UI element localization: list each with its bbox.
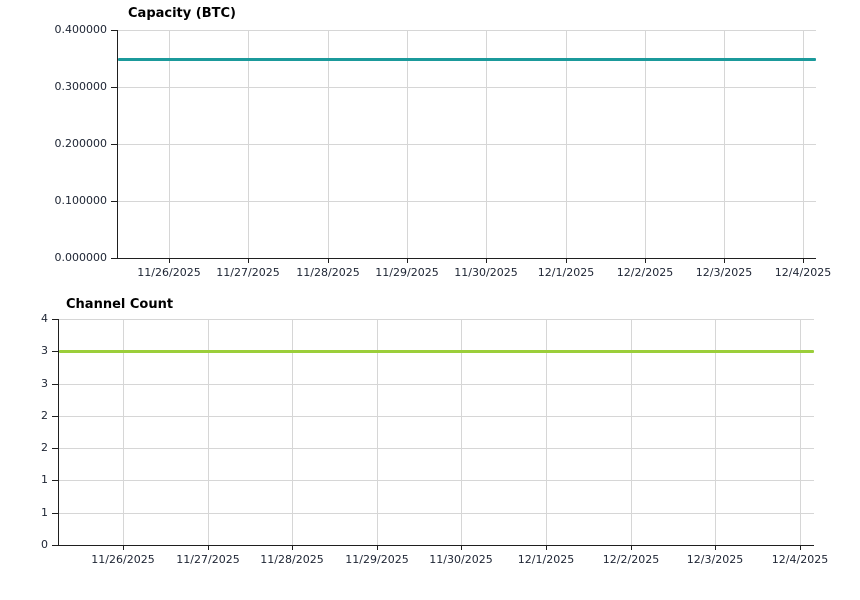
x-tick-label: 11/26/2025 xyxy=(91,553,155,566)
x-tick-label: 11/29/2025 xyxy=(375,266,439,279)
x-tick-label: 12/2/2025 xyxy=(616,266,674,279)
channel-count-plot-area: 4 3 3 2 2 1 1 0 11/26/2025 11/27/2025 11/28/2025 11… xyxy=(41,312,828,566)
x-tick-label: 11/28/2025 xyxy=(296,266,360,279)
y-axis-tick-mark xyxy=(111,144,117,145)
x-axis-tick-mark xyxy=(248,259,249,263)
horizontal-gridline xyxy=(59,513,814,514)
vertical-gridline xyxy=(566,30,567,258)
horizontal-gridline xyxy=(59,480,814,481)
x-axis-tick-mark xyxy=(800,546,801,550)
x-axis-tick-mark xyxy=(724,259,725,263)
charts-panel: Capacity (BTC) 0.400000 0.300000 0.200000 0… xyxy=(0,0,860,600)
y-axis-tick-mark xyxy=(52,319,58,320)
y-tick-label: 0 xyxy=(41,538,48,551)
y-axis-tick-mark xyxy=(111,30,117,31)
y-axis-tick-mark xyxy=(52,545,58,546)
y-axis-tick-mark xyxy=(52,480,58,481)
capacity-plot-area: 0.400000 0.300000 0.200000 0.100000 0.000000… xyxy=(55,23,832,279)
y-tick-label: 1 xyxy=(41,473,48,486)
horizontal-gridline xyxy=(59,416,814,417)
horizontal-gridline xyxy=(59,448,814,449)
vertical-gridline xyxy=(724,30,725,258)
x-tick-label: 12/1/2025 xyxy=(537,266,595,279)
x-tick-label: 11/30/2025 xyxy=(429,553,493,566)
horizontal-gridline xyxy=(118,87,816,88)
y-tick-label: 2 xyxy=(41,409,48,422)
x-axis-tick-mark xyxy=(486,259,487,263)
x-tick-label: 11/30/2025 xyxy=(454,266,518,279)
x-tick-label: 12/1/2025 xyxy=(517,553,575,566)
y-axis-tick-mark xyxy=(52,416,58,417)
capacity-chart-title: Capacity (BTC) xyxy=(128,6,236,21)
y-axis-tick-mark xyxy=(111,201,117,202)
x-axis-tick-mark xyxy=(715,546,716,550)
y-axis-tick-mark xyxy=(52,384,58,385)
horizontal-gridline xyxy=(59,319,814,320)
vertical-gridline xyxy=(407,30,408,258)
x-tick-label: 12/4/2025 xyxy=(771,553,829,566)
horizontal-gridline xyxy=(59,384,814,385)
x-axis-tick-mark xyxy=(123,546,124,550)
capacity-line xyxy=(118,58,816,61)
vertical-gridline xyxy=(169,30,170,258)
vertical-gridline xyxy=(486,30,487,258)
x-tick-label: 11/26/2025 xyxy=(137,266,201,279)
x-axis-tick-mark xyxy=(566,259,567,263)
x-tick-label: 12/4/2025 xyxy=(774,266,832,279)
x-axis-tick-mark xyxy=(292,546,293,550)
vertical-gridline xyxy=(803,30,804,258)
y-tick-label: 4 xyxy=(41,312,48,325)
horizontal-gridline xyxy=(118,144,816,145)
y-tick-label: 0.100000 xyxy=(54,194,108,207)
x-tick-label: 12/3/2025 xyxy=(695,266,753,279)
vertical-gridline xyxy=(645,30,646,258)
x-tick-label: 11/27/2025 xyxy=(176,553,240,566)
y-tick-label: 0.000000 xyxy=(54,251,108,264)
horizontal-gridline xyxy=(118,201,816,202)
y-axis-tick-mark xyxy=(111,258,117,259)
y-tick-label: 2 xyxy=(41,441,48,454)
y-axis-tick-mark xyxy=(52,351,58,352)
x-tick-label: 11/29/2025 xyxy=(345,553,409,566)
y-axis-tick-mark xyxy=(52,448,58,449)
x-axis-tick-mark xyxy=(645,259,646,263)
x-axis-tick-mark xyxy=(546,546,547,550)
vertical-gridline xyxy=(328,30,329,258)
x-tick-label: 11/28/2025 xyxy=(260,553,324,566)
y-axis-tick-mark xyxy=(111,87,117,88)
horizontal-gridline xyxy=(118,30,816,31)
x-axis-tick-mark xyxy=(461,546,462,550)
y-tick-label: 1 xyxy=(41,506,48,519)
y-axis-tick-mark xyxy=(52,513,58,514)
x-axis-tick-mark xyxy=(377,546,378,550)
x-tick-label: 12/2/2025 xyxy=(602,553,660,566)
x-tick-label: 12/3/2025 xyxy=(686,553,744,566)
channel-count-chart-title: Channel Count xyxy=(66,297,174,312)
x-tick-label: 11/27/2025 xyxy=(216,266,280,279)
y-tick-label: 0.400000 xyxy=(54,23,108,36)
x-axis-tick-mark xyxy=(208,546,209,550)
x-axis-tick-mark xyxy=(169,259,170,263)
x-axis-tick-mark xyxy=(803,259,804,263)
vertical-gridline xyxy=(248,30,249,258)
channel-count-line xyxy=(59,350,814,353)
y-tick-label: 0.200000 xyxy=(54,137,108,150)
x-axis-tick-mark xyxy=(328,259,329,263)
y-tick-label: 0.300000 xyxy=(54,80,108,93)
y-tick-label: 3 xyxy=(41,377,48,390)
y-tick-label: 3 xyxy=(41,344,48,357)
x-axis-tick-mark xyxy=(631,546,632,550)
x-axis-tick-mark xyxy=(407,259,408,263)
